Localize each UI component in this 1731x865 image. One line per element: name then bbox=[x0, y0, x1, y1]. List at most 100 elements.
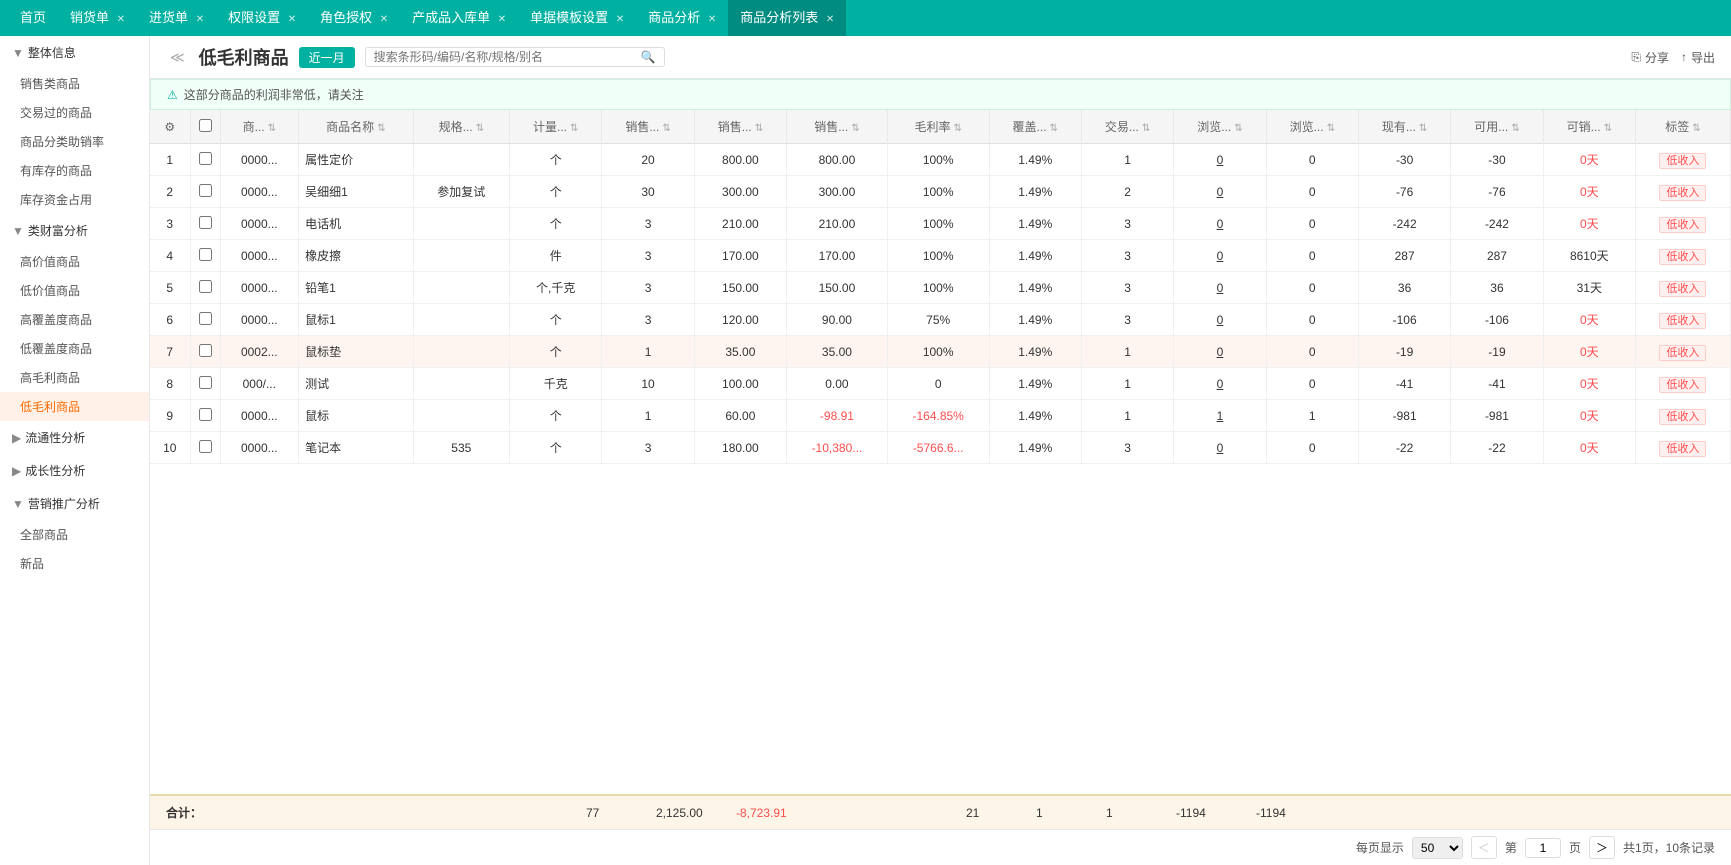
row-checkbox-4[interactable] bbox=[199, 280, 212, 293]
sidebar-item-high-margin[interactable]: 高毛利商品 bbox=[0, 363, 149, 392]
col-sales-amount[interactable]: 销售...⇅ bbox=[694, 110, 786, 144]
prev-page-button[interactable]: ＜ bbox=[1471, 836, 1497, 859]
sidebar-item-in-stock[interactable]: 有库存的商品 bbox=[0, 156, 149, 185]
nav-permission[interactable]: 权限设置 ✕ bbox=[216, 0, 308, 36]
cell-view1-6[interactable]: 0 bbox=[1174, 336, 1266, 368]
nav-product-analysis[interactable]: 商品分析 ✕ bbox=[636, 0, 728, 36]
data-table: ⚙ 商...⇅ 商品名称⇅ 规格...⇅ 计量...⇅ 销售...⇅ 销售...… bbox=[150, 110, 1731, 464]
cell-check-6[interactable] bbox=[190, 336, 220, 368]
cell-view1-4[interactable]: 0 bbox=[1174, 272, 1266, 304]
row-checkbox-5[interactable] bbox=[199, 312, 212, 325]
cell-view1-1[interactable]: 0 bbox=[1174, 176, 1266, 208]
cell-view1-5[interactable]: 0 bbox=[1174, 304, 1266, 336]
col-view2[interactable]: 浏览...⇅ bbox=[1266, 110, 1358, 144]
export-button[interactable]: ↑ 导出 bbox=[1681, 49, 1715, 66]
col-name[interactable]: 商品名称⇅ bbox=[299, 110, 413, 144]
close-purchase-order[interactable]: ✕ bbox=[196, 14, 204, 25]
search-input[interactable] bbox=[374, 50, 637, 64]
close-template-settings[interactable]: ✕ bbox=[616, 14, 624, 25]
sidebar-item-category-rate[interactable]: 商品分类助销率 bbox=[0, 127, 149, 156]
nav-sales-order[interactable]: 销货单 ✕ bbox=[58, 0, 137, 36]
row-checkbox-7[interactable] bbox=[199, 376, 212, 389]
sidebar-section-liquidity[interactable]: ▶ 流通性分析 bbox=[0, 421, 149, 454]
close-sales-order[interactable]: ✕ bbox=[117, 14, 125, 25]
time-filter-button[interactable]: 近一月 bbox=[299, 47, 355, 68]
nav-product-analysis-list[interactable]: 商品分析列表 ✕ bbox=[728, 0, 846, 36]
row-checkbox-9[interactable] bbox=[199, 440, 212, 453]
search-icon[interactable]: 🔍 bbox=[641, 50, 656, 64]
cell-check-4[interactable] bbox=[190, 272, 220, 304]
sidebar-section-marketing[interactable]: ▼ 营销推广分析 bbox=[0, 487, 149, 520]
cell-view1-3[interactable]: 0 bbox=[1174, 240, 1266, 272]
sidebar-item-stock-funds[interactable]: 库存资金占用 bbox=[0, 185, 149, 214]
sidebar-item-low-value[interactable]: 低价值商品 bbox=[0, 276, 149, 305]
cell-name-7: 测试 bbox=[299, 368, 413, 400]
cell-view1-0[interactable]: 0 bbox=[1174, 144, 1266, 176]
collapse-sidebar-button[interactable]: ≪ bbox=[166, 49, 189, 66]
sidebar-item-low-margin[interactable]: 低毛利商品 bbox=[0, 392, 149, 421]
nav-role-auth[interactable]: 角色授权 ✕ bbox=[308, 0, 400, 36]
sidebar-item-high-coverage[interactable]: 高覆盖度商品 bbox=[0, 305, 149, 334]
cell-check-9[interactable] bbox=[190, 432, 220, 464]
sidebar-section-overall[interactable]: ▼ 整体信息 bbox=[0, 36, 149, 69]
col-available[interactable]: 可用...⇅ bbox=[1451, 110, 1543, 144]
col-sales-count[interactable]: 销售...⇅ bbox=[602, 110, 694, 144]
cell-spec-2 bbox=[413, 208, 509, 240]
cell-view1-7[interactable]: 0 bbox=[1174, 368, 1266, 400]
col-gross-margin[interactable]: 毛利率⇅ bbox=[887, 110, 989, 144]
col-code[interactable]: 商...⇅ bbox=[220, 110, 299, 144]
nav-template-settings[interactable]: 单据模板设置 ✕ bbox=[518, 0, 636, 36]
close-role-auth[interactable]: ✕ bbox=[380, 14, 388, 25]
cell-view1-8[interactable]: 1 bbox=[1174, 400, 1266, 432]
row-checkbox-0[interactable] bbox=[199, 152, 212, 165]
cell-check-5[interactable] bbox=[190, 304, 220, 336]
nav-purchase-order[interactable]: 进货单 ✕ bbox=[137, 0, 216, 36]
close-product-analysis[interactable]: ✕ bbox=[708, 14, 716, 25]
col-sales-profit[interactable]: 销售...⇅ bbox=[787, 110, 888, 144]
select-all-checkbox[interactable] bbox=[199, 119, 212, 132]
cell-view1-9[interactable]: 0 bbox=[1174, 432, 1266, 464]
page-number-input[interactable] bbox=[1525, 838, 1561, 858]
close-product-entry[interactable]: ✕ bbox=[498, 14, 506, 25]
cell-check-0[interactable] bbox=[190, 144, 220, 176]
page-size-select[interactable]: 50 100 200 bbox=[1412, 837, 1463, 859]
col-settings[interactable]: ⚙ bbox=[150, 110, 190, 144]
col-coverage[interactable]: 覆盖...⇅ bbox=[989, 110, 1081, 144]
cell-sales-count-2: 3 bbox=[602, 208, 694, 240]
col-trade-count[interactable]: 交易...⇅ bbox=[1081, 110, 1173, 144]
nav-home[interactable]: 首页 bbox=[8, 0, 58, 36]
col-check[interactable] bbox=[190, 110, 220, 144]
sidebar-section-wealth[interactable]: ▼ 类财富分析 bbox=[0, 214, 149, 247]
close-permission[interactable]: ✕ bbox=[288, 14, 296, 25]
row-checkbox-3[interactable] bbox=[199, 248, 212, 261]
col-unit[interactable]: 计量...⇅ bbox=[510, 110, 602, 144]
cell-check-2[interactable] bbox=[190, 208, 220, 240]
next-page-button[interactable]: ＞ bbox=[1589, 836, 1615, 859]
cell-check-7[interactable] bbox=[190, 368, 220, 400]
cell-view1-2[interactable]: 0 bbox=[1174, 208, 1266, 240]
col-saleable[interactable]: 可销...⇅ bbox=[1543, 110, 1635, 144]
cell-check-3[interactable] bbox=[190, 240, 220, 272]
row-checkbox-8[interactable] bbox=[199, 408, 212, 421]
nav-product-entry[interactable]: 产成品入库单 ✕ bbox=[400, 0, 518, 36]
sidebar-item-sales-products[interactable]: 销售类商品 bbox=[0, 69, 149, 98]
sidebar-section-growth[interactable]: ▶ 成长性分析 bbox=[0, 454, 149, 487]
col-spec[interactable]: 规格...⇅ bbox=[413, 110, 509, 144]
col-tag[interactable]: 标签⇅ bbox=[1635, 110, 1730, 144]
col-current-stock[interactable]: 现有...⇅ bbox=[1358, 110, 1450, 144]
row-checkbox-2[interactable] bbox=[199, 216, 212, 229]
sidebar-item-high-value[interactable]: 高价值商品 bbox=[0, 247, 149, 276]
sidebar-item-all-products[interactable]: 全部商品 bbox=[0, 520, 149, 549]
settings-icon[interactable]: ⚙ bbox=[164, 120, 175, 134]
cell-current-stock-2: -242 bbox=[1358, 208, 1450, 240]
share-button[interactable]: ⎘ 分享 bbox=[1631, 49, 1669, 66]
sidebar-item-new-products[interactable]: 新品 bbox=[0, 549, 149, 578]
row-checkbox-1[interactable] bbox=[199, 184, 212, 197]
cell-check-8[interactable] bbox=[190, 400, 220, 432]
cell-check-1[interactable] bbox=[190, 176, 220, 208]
row-checkbox-6[interactable] bbox=[199, 344, 212, 357]
sidebar-item-low-coverage[interactable]: 低覆盖度商品 bbox=[0, 334, 149, 363]
col-view1[interactable]: 浏览...⇅ bbox=[1174, 110, 1266, 144]
close-product-analysis-list[interactable]: ✕ bbox=[826, 14, 834, 25]
sidebar-item-traded-products[interactable]: 交易过的商品 bbox=[0, 98, 149, 127]
